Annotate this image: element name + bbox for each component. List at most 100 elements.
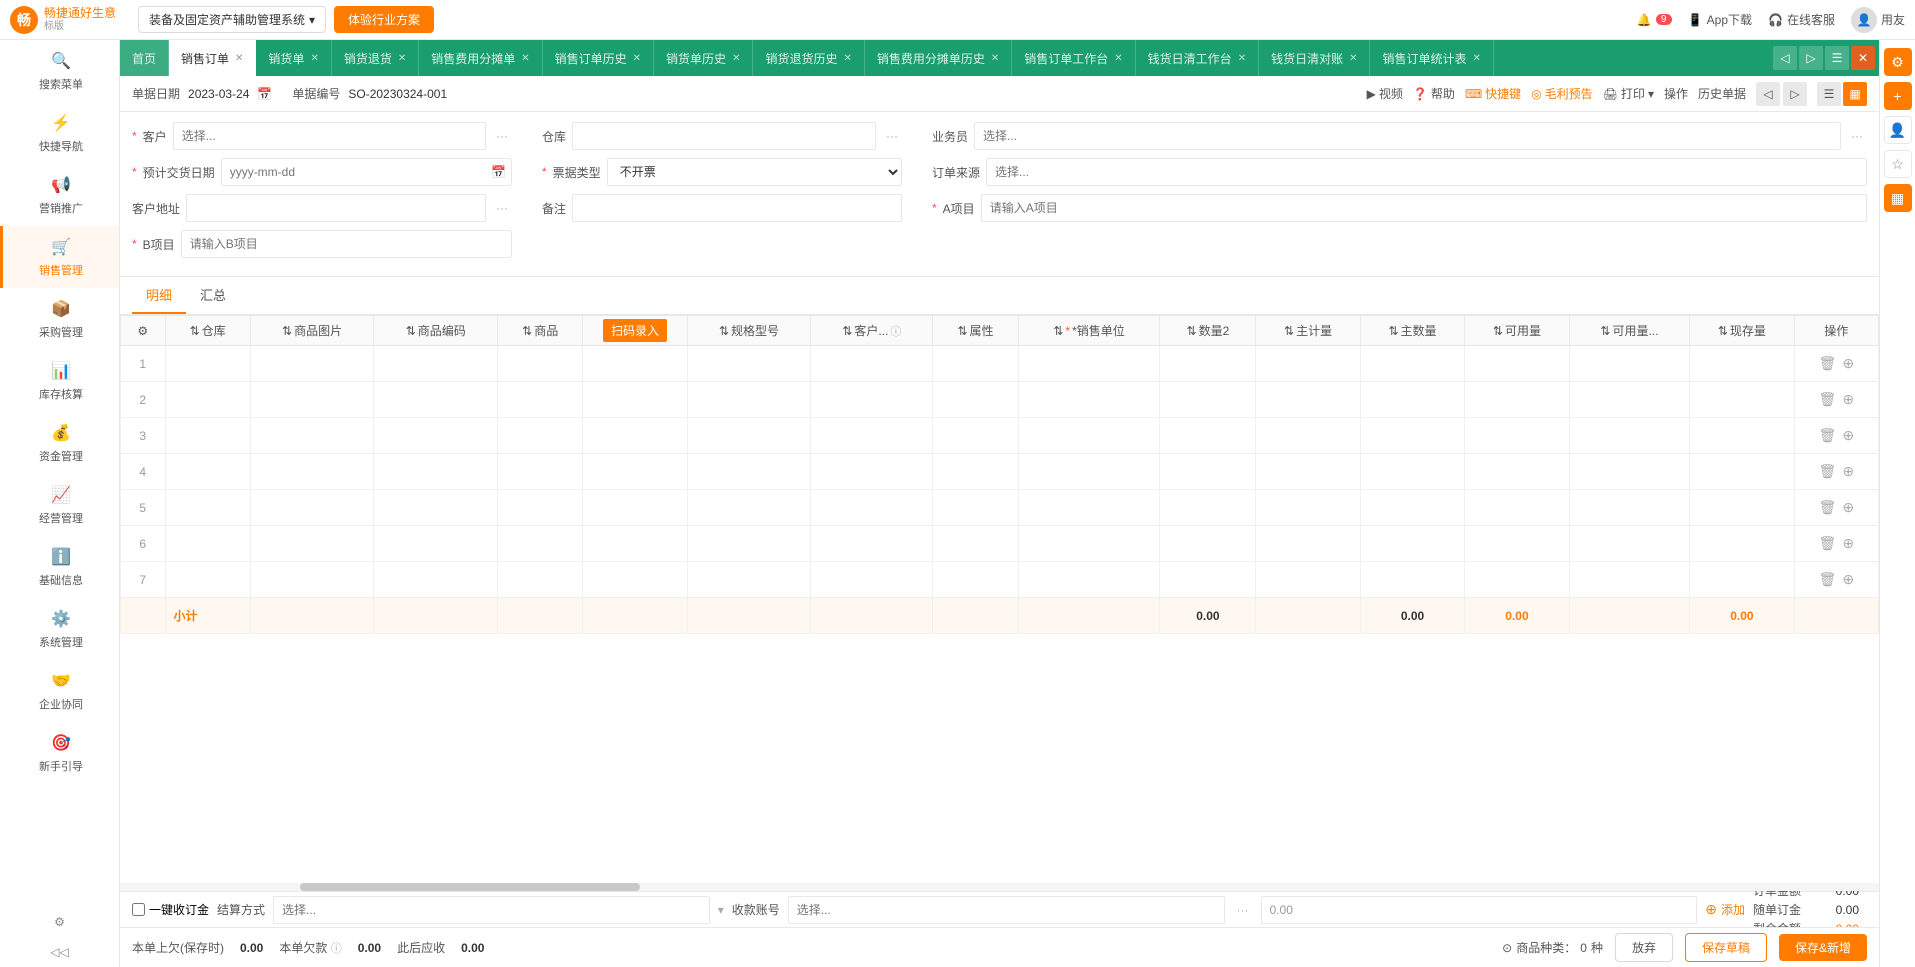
sidebar-item-sales[interactable]: 🛒 销售管理 bbox=[0, 226, 119, 288]
tab-close-icon[interactable]: ✕ bbox=[235, 53, 243, 64]
shortcut-btn[interactable]: ⌨ 快捷键 bbox=[1465, 85, 1521, 102]
cell-main-unit[interactable] bbox=[1256, 382, 1360, 418]
cell-sales-unit[interactable] bbox=[1018, 454, 1160, 490]
tab-order-history[interactable]: 销售订单历史 ✕ bbox=[543, 40, 654, 76]
cell-main-qty[interactable] bbox=[1360, 562, 1464, 598]
print-btn[interactable]: 🖨 打印 ▾ bbox=[1603, 85, 1654, 102]
copy-row-icon[interactable]: ⊕ bbox=[1842, 571, 1854, 588]
b-project-input[interactable] bbox=[181, 230, 512, 258]
cell-qty2[interactable] bbox=[1160, 526, 1256, 562]
tab-daily-reconcile[interactable]: 钱货日清对账 ✕ bbox=[1259, 40, 1370, 76]
system-title[interactable]: 装备及固定资产辅助管理系统 ▾ bbox=[138, 6, 326, 33]
tab-close-icon[interactable]: ✕ bbox=[1114, 53, 1122, 64]
sort-icon[interactable]: ⇅ bbox=[406, 324, 416, 338]
receipt-input[interactable] bbox=[788, 896, 1225, 924]
customer-input[interactable] bbox=[173, 122, 486, 150]
cell-current-stock[interactable] bbox=[1690, 562, 1794, 598]
tab-close-icon[interactable]: ✕ bbox=[398, 53, 406, 64]
settlement-input[interactable] bbox=[273, 896, 710, 924]
cell-available2[interactable] bbox=[1569, 382, 1689, 418]
cell-main-unit[interactable] bbox=[1256, 346, 1360, 382]
cell-warehouse[interactable] bbox=[165, 346, 250, 382]
cell-available[interactable] bbox=[1465, 418, 1569, 454]
cell-warehouse[interactable] bbox=[165, 526, 250, 562]
cell-spec[interactable] bbox=[687, 526, 811, 562]
cell-spec[interactable] bbox=[687, 382, 811, 418]
cell-main-unit[interactable] bbox=[1256, 454, 1360, 490]
calendar-icon[interactable]: 📅 bbox=[257, 87, 272, 101]
cell-main-qty[interactable] bbox=[1360, 526, 1464, 562]
detail-tab-detail[interactable]: 明细 bbox=[132, 277, 186, 314]
profit-btn[interactable]: ◎ 毛利预告 bbox=[1531, 85, 1593, 102]
delete-row-icon[interactable]: 🗑 bbox=[1819, 535, 1837, 552]
cell-available[interactable] bbox=[1465, 346, 1569, 382]
cell-attributes[interactable] bbox=[933, 418, 1018, 454]
cell-sales-unit[interactable] bbox=[1018, 526, 1160, 562]
tab-sales-expense[interactable]: 销售费用分摊单 ✕ bbox=[419, 40, 542, 76]
a-project-input[interactable] bbox=[981, 194, 1867, 222]
right-panel-person[interactable]: 👤 bbox=[1884, 116, 1912, 144]
tab-menu-btn[interactable]: ☰ bbox=[1825, 46, 1849, 70]
tab-sales-order[interactable]: 销售订单 ✕ bbox=[169, 40, 256, 76]
cell-warehouse[interactable] bbox=[165, 490, 250, 526]
cell-qty2[interactable] bbox=[1160, 562, 1256, 598]
sort-icon[interactable]: ⇅ bbox=[1284, 324, 1294, 338]
tab-close-icon[interactable]: ✕ bbox=[310, 53, 318, 64]
cell-current-stock[interactable] bbox=[1690, 346, 1794, 382]
cell-main-unit[interactable] bbox=[1256, 562, 1360, 598]
delete-row-icon[interactable]: 🗑 bbox=[1819, 463, 1837, 480]
cell-attributes[interactable] bbox=[933, 346, 1018, 382]
tab-close-icon[interactable]: ✕ bbox=[1238, 53, 1246, 64]
staff-more-icon[interactable]: ··· bbox=[1847, 129, 1867, 143]
cell-product[interactable] bbox=[498, 418, 583, 454]
prev-record-btn[interactable]: ◁ bbox=[1756, 82, 1780, 106]
sort-icon[interactable]: ⇅ bbox=[957, 324, 967, 338]
cell-product[interactable] bbox=[498, 346, 583, 382]
cell-code[interactable] bbox=[374, 526, 498, 562]
cell-customer-code[interactable] bbox=[811, 382, 933, 418]
delete-row-icon[interactable]: 🗑 bbox=[1819, 571, 1837, 588]
form-view-btn[interactable]: ▦ bbox=[1843, 82, 1867, 106]
sort-icon[interactable]: ⇅ bbox=[1187, 324, 1197, 338]
cell-sales-unit[interactable] bbox=[1018, 346, 1160, 382]
cell-current-stock[interactable] bbox=[1690, 382, 1794, 418]
delivery-date-input[interactable] bbox=[221, 158, 512, 186]
user-avatar[interactable]: 👤 用友 bbox=[1851, 7, 1905, 33]
cell-available2[interactable] bbox=[1569, 346, 1689, 382]
cell-main-qty[interactable] bbox=[1360, 490, 1464, 526]
sort-icon[interactable]: ⇅ bbox=[1493, 324, 1503, 338]
sidebar-item-guide[interactable]: 🎯 新手引导 bbox=[0, 722, 119, 784]
tab-sales-return[interactable]: 销货退货 ✕ bbox=[332, 40, 419, 76]
cell-main-unit[interactable] bbox=[1256, 418, 1360, 454]
checkout-checkbox-input[interactable] bbox=[132, 903, 145, 916]
cell-available2[interactable] bbox=[1569, 454, 1689, 490]
detail-tab-summary[interactable]: 汇总 bbox=[186, 277, 240, 314]
cell-customer-code[interactable] bbox=[811, 562, 933, 598]
cell-code[interactable] bbox=[374, 418, 498, 454]
invoice-type-select[interactable]: 不开票 bbox=[607, 158, 902, 186]
tab-order-workbench[interactable]: 销售订单工作台 ✕ bbox=[1012, 40, 1135, 76]
cell-available[interactable] bbox=[1465, 526, 1569, 562]
cell-spec[interactable] bbox=[687, 490, 811, 526]
tab-expense-history[interactable]: 销售费用分摊单历史 ✕ bbox=[865, 40, 1012, 76]
cell-main-unit[interactable] bbox=[1256, 526, 1360, 562]
cell-qty2[interactable] bbox=[1160, 454, 1256, 490]
delete-row-icon[interactable]: 🗑 bbox=[1819, 499, 1837, 516]
cell-current-stock[interactable] bbox=[1690, 490, 1794, 526]
sort-icon[interactable]: ⇅ bbox=[1600, 324, 1610, 338]
cell-customer-code[interactable] bbox=[811, 454, 933, 490]
sidebar-item-enterprise[interactable]: 🤝 企业协同 bbox=[0, 660, 119, 722]
cell-available[interactable] bbox=[1465, 562, 1569, 598]
sort-icon[interactable]: ⇅ bbox=[282, 324, 292, 338]
right-panel-settings[interactable]: ⚙ bbox=[1884, 48, 1912, 76]
cell-sales-unit[interactable] bbox=[1018, 562, 1160, 598]
sidebar-item-basicinfo[interactable]: ℹ️ 基础信息 bbox=[0, 536, 119, 598]
order-source-input[interactable] bbox=[986, 158, 1867, 186]
cell-customer-code[interactable] bbox=[811, 346, 933, 382]
cell-warehouse[interactable] bbox=[165, 562, 250, 598]
tab-close-icon[interactable]: ✕ bbox=[843, 53, 851, 64]
online-service[interactable]: 🎧 在线客服 bbox=[1768, 11, 1835, 28]
cell-qty2[interactable] bbox=[1160, 382, 1256, 418]
scrollbar-thumb[interactable] bbox=[300, 883, 640, 891]
cell-customer-code[interactable] bbox=[811, 526, 933, 562]
